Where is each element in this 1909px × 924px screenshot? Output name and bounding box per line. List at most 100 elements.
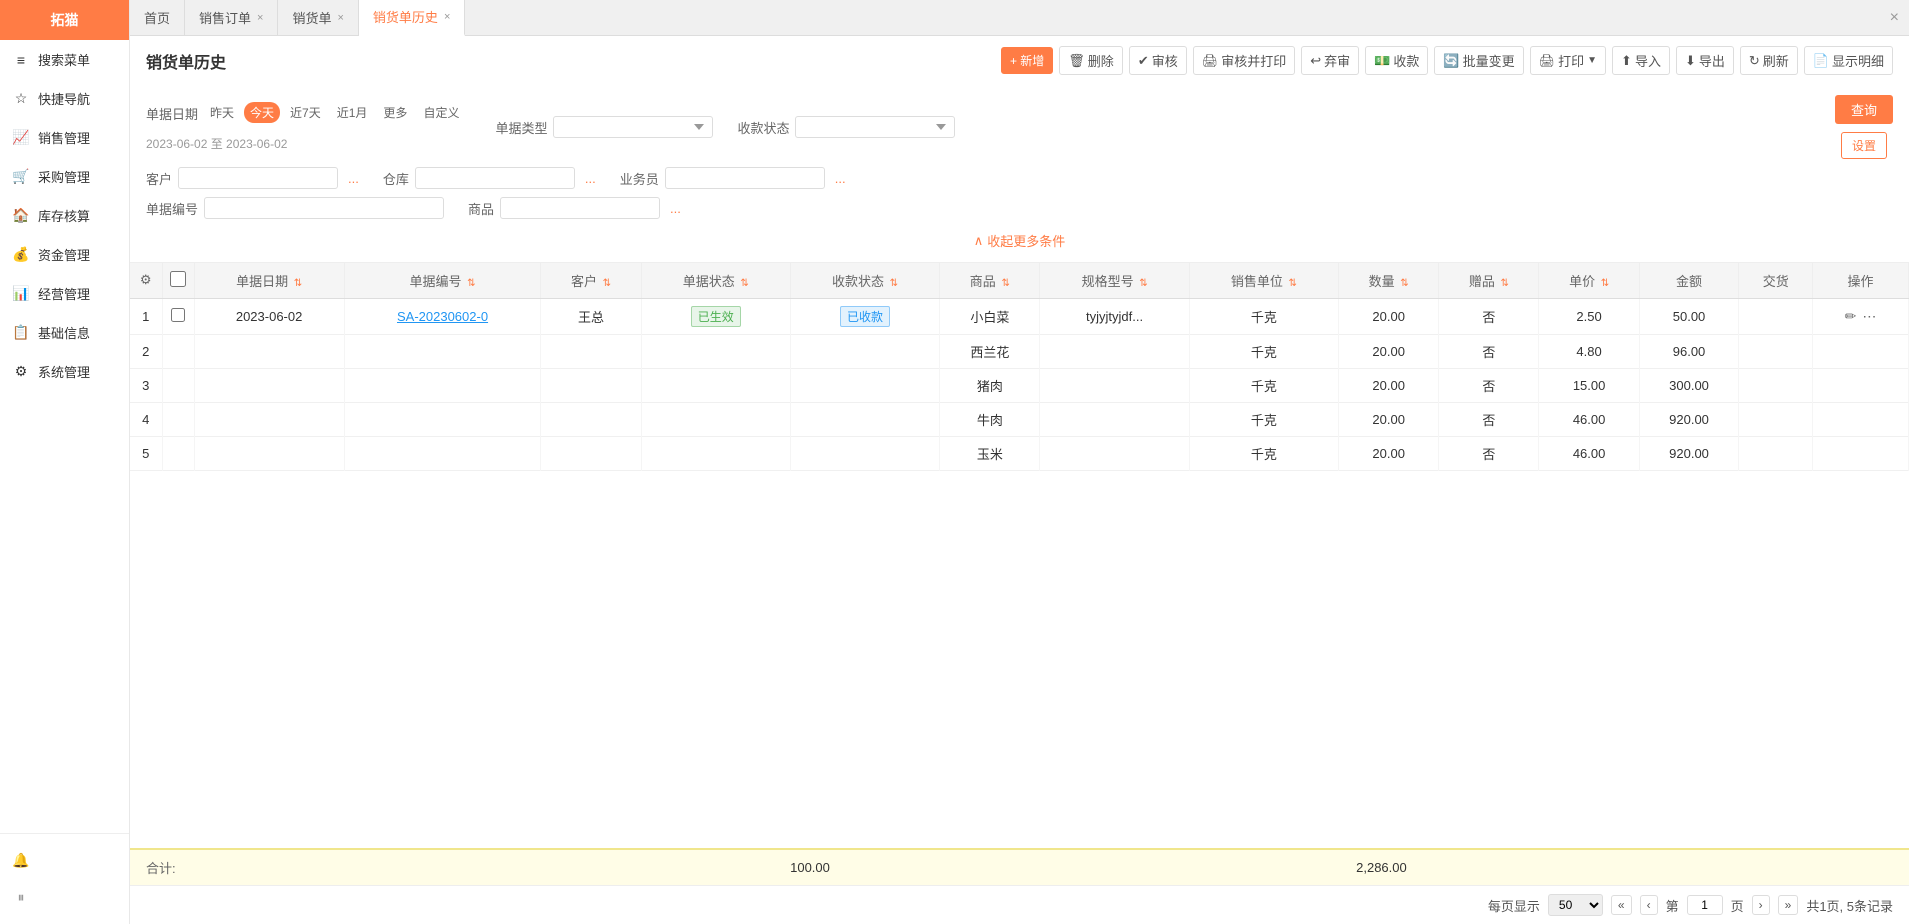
filter-doc-type: 单据类型 xyxy=(495,116,713,138)
customer-ellipsis[interactable]: ... xyxy=(348,171,359,186)
salesman-input[interactable] xyxy=(665,167,825,189)
cell-action xyxy=(1813,369,1909,403)
col-collect-status[interactable]: 收款状态 ⇅ xyxy=(790,263,939,299)
page-size-select[interactable]: 50 20 100 200 xyxy=(1548,894,1603,916)
cell-sales-unit: 千克 xyxy=(1189,299,1338,335)
last-page-btn[interactable]: » xyxy=(1778,895,1799,915)
audit-print-button[interactable]: 🖨 审核并打印 xyxy=(1193,46,1296,75)
tab-sales-delivery[interactable]: 销货单 × xyxy=(278,0,358,36)
sidebar-pause[interactable]: ⏸ xyxy=(0,879,129,916)
doc-type-select[interactable] xyxy=(553,116,713,138)
show-detail-button[interactable]: 📄 显示明细 xyxy=(1804,46,1893,75)
cell-customer xyxy=(541,369,641,403)
export-button[interactable]: ⬇ 导出 xyxy=(1676,46,1734,75)
sidebar-item-quick-nav[interactable]: ☆ 快捷导航 xyxy=(0,79,129,118)
sidebar-item-search-menu[interactable]: ≡ 搜索菜单 xyxy=(0,40,129,79)
window-close-btn[interactable]: × xyxy=(1890,9,1899,27)
cell-sales-unit: 千克 xyxy=(1189,437,1338,471)
sidebar-item-label-quick: 快捷导航 xyxy=(38,89,90,108)
col-quantity[interactable]: 数量 ⇅ xyxy=(1339,263,1439,299)
table-row: 2西兰花千克20.00否4.8096.00 xyxy=(130,335,1909,369)
collapse-btn[interactable]: ∧ 收起更多条件 xyxy=(146,227,1893,254)
edit-action-btn[interactable]: ✏ xyxy=(1842,308,1860,324)
col-product[interactable]: 商品 ⇅ xyxy=(940,263,1040,299)
doc-number-link[interactable]: SA-20230602-0 xyxy=(397,309,488,324)
col-doc-date[interactable]: 单据日期 ⇅ xyxy=(194,263,344,299)
sidebar-item-fund-mgmt[interactable]: 💰 资金管理 xyxy=(0,235,129,274)
row-checkbox-cell xyxy=(162,437,194,471)
refresh-icon: ↻ xyxy=(1749,53,1760,69)
row-select-checkbox[interactable] xyxy=(171,308,185,322)
date-custom[interactable]: 自定义 xyxy=(417,102,465,123)
customer-input[interactable] xyxy=(178,167,338,189)
tab-home-label: 首页 xyxy=(144,8,170,27)
collect-status-select[interactable] xyxy=(795,116,955,138)
next-page-btn[interactable]: › xyxy=(1752,895,1770,915)
batch-change-button[interactable]: 🔄 批量变更 xyxy=(1434,46,1523,75)
date-yesterday[interactable]: 昨天 xyxy=(204,102,240,123)
sidebar-notification[interactable]: 🔔 xyxy=(0,842,129,879)
discard-button[interactable]: ↩ 弃审 xyxy=(1301,46,1359,75)
date-today[interactable]: 今天 xyxy=(244,102,280,123)
tab-sales-delivery-close[interactable]: × xyxy=(337,12,343,24)
col-sales-unit[interactable]: 销售单位 ⇅ xyxy=(1189,263,1338,299)
customer-label: 客户 xyxy=(146,169,172,188)
sidebar-item-label-search: 搜索菜单 xyxy=(38,50,90,69)
cell-doc-status xyxy=(641,437,790,471)
query-button[interactable]: 查询 xyxy=(1835,95,1893,124)
more-action-btn[interactable]: ⋯ xyxy=(1859,308,1879,324)
col-spec-model[interactable]: 规格型号 ⇅ xyxy=(1040,263,1189,299)
product-ellipsis[interactable]: ... xyxy=(670,201,681,216)
sidebar-item-sys-mgmt[interactable]: ⚙ 系统管理 xyxy=(0,352,129,391)
tab-sales-history[interactable]: 销货单历史 × xyxy=(359,0,465,36)
cell-unit-price: 46.00 xyxy=(1539,403,1639,437)
cell-transaction xyxy=(1739,369,1813,403)
batch-change-icon: 🔄 xyxy=(1443,53,1459,69)
tab-sales-order-close[interactable]: × xyxy=(257,12,263,24)
discard-icon: ↩ xyxy=(1310,53,1321,69)
sidebar-item-basic-info[interactable]: 📋 基础信息 xyxy=(0,313,129,352)
col-doc-number[interactable]: 单据编号 ⇅ xyxy=(344,263,541,299)
tab-sales-history-close[interactable]: × xyxy=(444,11,450,23)
col-gift[interactable]: 赠品 ⇅ xyxy=(1439,263,1539,299)
salesman-ellipsis[interactable]: ... xyxy=(835,171,846,186)
product-input[interactable] xyxy=(500,197,660,219)
collect-button[interactable]: 💵 收款 xyxy=(1365,46,1428,75)
select-all-checkbox[interactable] xyxy=(170,271,186,287)
delete-button[interactable]: 🗑 删除 xyxy=(1059,46,1123,75)
tab-home[interactable]: 首页 xyxy=(130,0,185,36)
col-doc-status[interactable]: 单据状态 ⇅ xyxy=(641,263,790,299)
col-customer[interactable]: 客户 ⇅ xyxy=(541,263,641,299)
settings-col-icon[interactable]: ⚙ xyxy=(137,272,155,290)
tab-sales-order[interactable]: 销售订单 × xyxy=(185,0,278,36)
first-page-btn[interactable]: « xyxy=(1611,895,1632,915)
sort-unit-icon: ⇅ xyxy=(1289,278,1297,289)
doc-number-input[interactable] xyxy=(204,197,444,219)
sidebar-item-purchase-mgmt[interactable]: 🛒 采购管理 xyxy=(0,157,129,196)
sidebar-item-inventory[interactable]: 🏠 库存核算 xyxy=(0,196,129,235)
cell-product: 西兰花 xyxy=(940,335,1040,369)
filter-row-3: 单据编号 商品 ... xyxy=(146,197,1893,219)
print-button[interactable]: 🖨 打印 ▼ xyxy=(1530,46,1606,75)
import-button[interactable]: ⬆ 导入 xyxy=(1612,46,1670,75)
col-gear[interactable]: ⚙ xyxy=(130,263,162,299)
new-button[interactable]: + 新增 xyxy=(1001,47,1053,74)
sidebar-item-ops-mgmt[interactable]: 📊 经营管理 xyxy=(0,274,129,313)
settings-button[interactable]: 设置 xyxy=(1841,132,1887,159)
date-more[interactable]: 更多 xyxy=(377,102,413,123)
col-unit-price[interactable]: 单价 ⇅ xyxy=(1539,263,1639,299)
summary-qty: 100.00 xyxy=(670,860,870,875)
cell-collect-status xyxy=(790,437,939,471)
page-number-input[interactable] xyxy=(1687,895,1723,915)
cell-customer xyxy=(541,437,641,471)
summary-label: 合计: xyxy=(146,858,176,877)
prev-page-btn[interactable]: ‹ xyxy=(1640,895,1658,915)
cell-spec-model xyxy=(1040,369,1189,403)
date-1month[interactable]: 近1月 xyxy=(331,102,374,123)
warehouse-ellipsis[interactable]: ... xyxy=(585,171,596,186)
sidebar-item-sales-mgmt[interactable]: 📈 销售管理 xyxy=(0,118,129,157)
warehouse-input[interactable] xyxy=(415,167,575,189)
audit-button[interactable]: ✔ 审核 xyxy=(1129,46,1187,75)
date-7days[interactable]: 近7天 xyxy=(284,102,327,123)
refresh-button[interactable]: ↻ 刷新 xyxy=(1740,46,1798,75)
